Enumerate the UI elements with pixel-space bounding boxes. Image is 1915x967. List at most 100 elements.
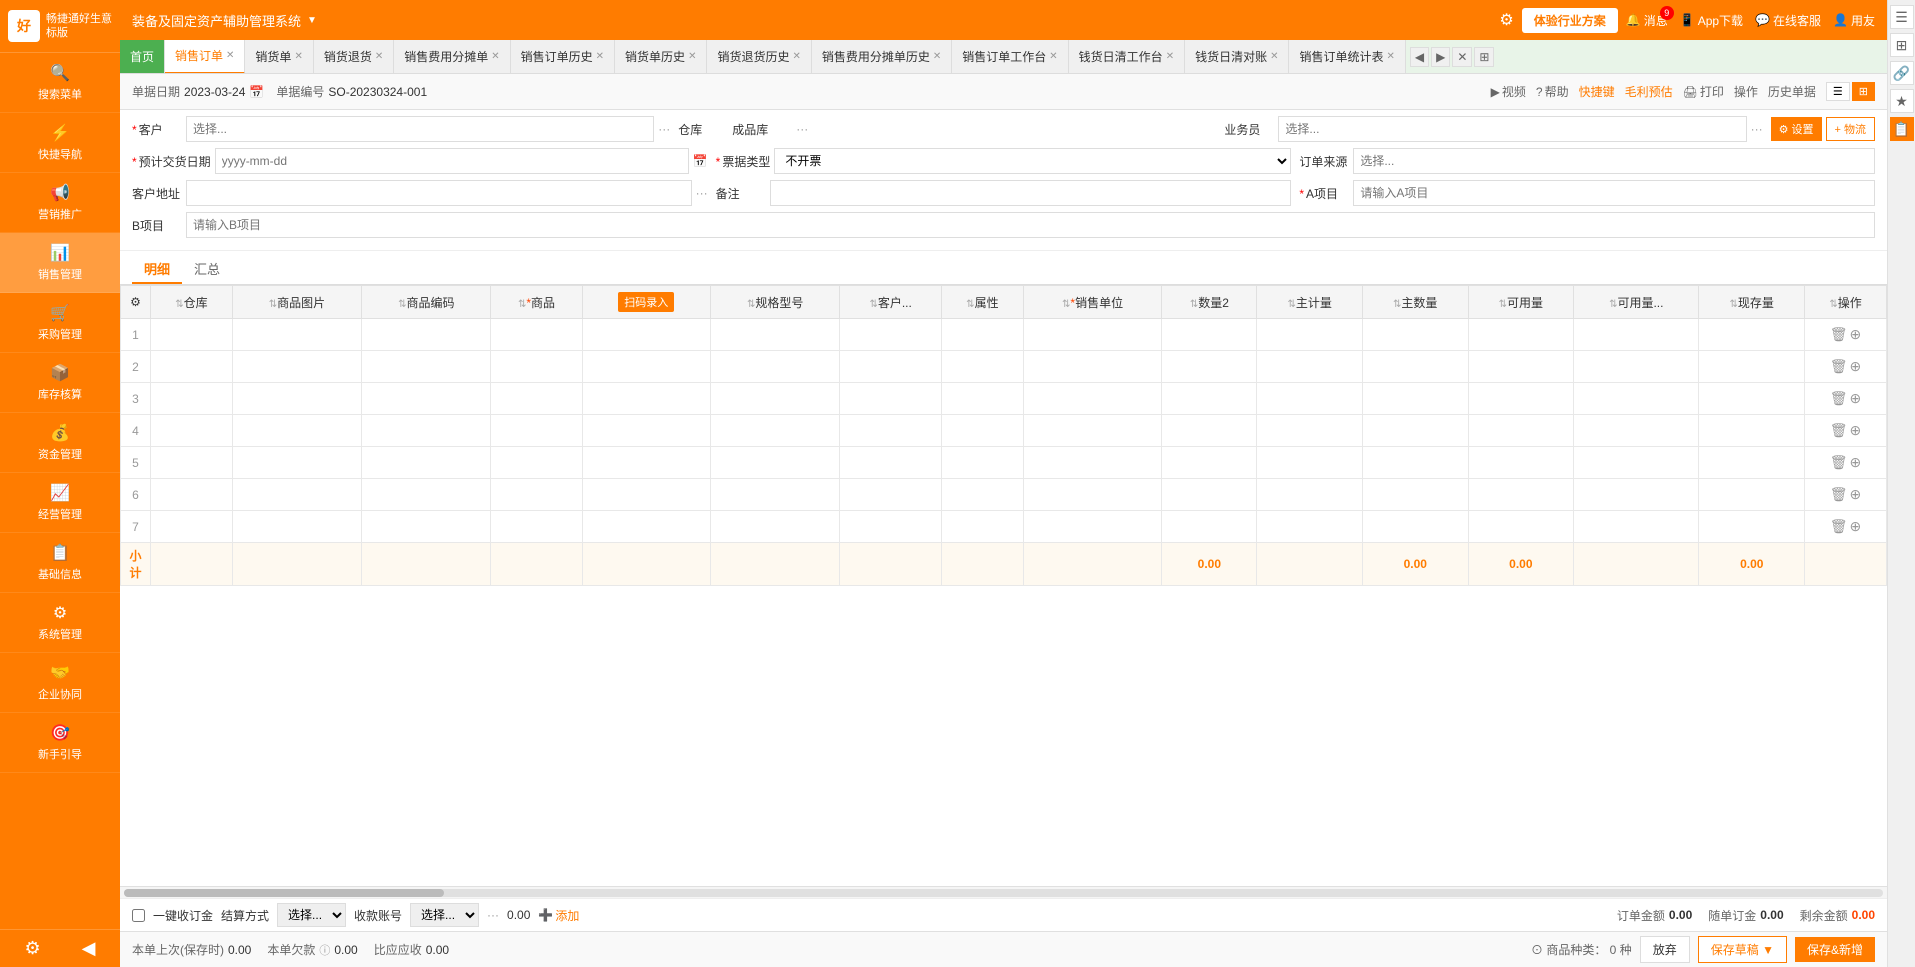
account-select[interactable]: 选择... [410,903,479,927]
tab-close-8[interactable]: ✕ [933,51,941,62]
copy-row-1-icon[interactable]: ⊕ [1850,326,1862,343]
cell-code-7[interactable] [362,511,491,543]
view-btn[interactable]: ▶ 视频 [1491,83,1526,100]
cell-spec-3[interactable] [711,383,840,415]
sort-icon-customer_code[interactable]: ⇅ [869,299,877,310]
profit-btn[interactable]: 毛利预估 [1625,83,1673,100]
cell-main_qty-5[interactable] [1362,447,1468,479]
scroll-thumb[interactable] [124,889,444,897]
copy-row-5-icon[interactable]: ⊕ [1850,454,1862,471]
sort-icon-action[interactable]: ⇅ [1829,299,1837,310]
delete-row-5-icon[interactable]: 🗑 [1830,454,1848,471]
shortcut-btn[interactable]: 快捷键 [1579,83,1615,100]
cell-image-6[interactable] [232,479,361,511]
cell-qty2-1[interactable] [1162,319,1257,351]
debt-info-icon[interactable]: ⓘ [319,942,330,958]
cell-customer_code-7[interactable] [840,511,942,543]
cell-code-1[interactable] [362,319,491,351]
delete-row-6-icon[interactable]: 🗑 [1830,486,1848,503]
cell-unit-5[interactable] [1023,447,1162,479]
cell-stock-3[interactable] [1699,383,1805,415]
cell-qty2-7[interactable] [1162,511,1257,543]
delete-row-1-icon[interactable]: 🗑 [1830,326,1848,343]
cell-settings-3[interactable]: 3 [121,383,151,415]
tab-close-5[interactable]: ✕ [596,51,604,62]
cell-available-2[interactable] [1468,351,1574,383]
cell-main_qty-2[interactable] [1362,351,1468,383]
cell-attr-4[interactable] [941,415,1023,447]
sidebar-item-guide[interactable]: 🎯新手引导 [0,713,120,773]
cell-unit-2[interactable] [1023,351,1162,383]
cell-available2-4[interactable] [1574,415,1699,447]
table-wrapper[interactable]: ⚙⇅仓库⇅商品图片⇅商品编码⇅*商品扫码录入⇅规格型号⇅客户...⇅属性⇅*销售… [120,285,1887,886]
cell-settings-1[interactable]: 1 [121,319,151,351]
save-draft-dropdown-icon[interactable]: ▼ [1762,943,1774,957]
cell-spec-2[interactable] [711,351,840,383]
customer-more-icon[interactable]: ··· [658,122,670,136]
one-click-checkbox[interactable] [132,909,145,922]
cell-warehouse-3[interactable] [151,383,233,415]
sort-icon-qty2[interactable]: ⇅ [1190,299,1198,310]
cell-main_unit-5[interactable] [1257,447,1363,479]
tab-close-11[interactable]: ✕ [1270,51,1278,62]
sort-icon-main_qty[interactable]: ⇅ [1393,299,1401,310]
cell-stock-1[interactable] [1699,319,1805,351]
cell-warehouse-4[interactable] [151,415,233,447]
cell-main_unit-3[interactable] [1257,383,1363,415]
a-project-input[interactable] [1353,180,1875,206]
sort-icon-available[interactable]: ⇅ [1499,299,1507,310]
calendar-icon[interactable]: 📅 [249,85,264,99]
address-more-icon[interactable]: ··· [696,186,708,200]
cell-qty2-3[interactable] [1162,383,1257,415]
tab-close-1[interactable]: ✕ [226,50,234,61]
cell-attr-6[interactable] [941,479,1023,511]
cell-spec-5[interactable] [711,447,840,479]
sidebar-item-management[interactable]: 📈经营管理 [0,473,120,533]
detail-tab-1[interactable]: 汇总 [182,255,232,284]
cell-customer_code-6[interactable] [840,479,942,511]
account-more-icon[interactable]: ··· [487,908,499,922]
cell-stock-6[interactable] [1699,479,1805,511]
cell-available-1[interactable] [1468,319,1574,351]
cell-warehouse-5[interactable] [151,447,233,479]
topbar-settings-icon[interactable]: ⚙ [1499,10,1513,30]
salesperson-more-icon[interactable]: ··· [1751,122,1763,136]
system-dropdown-icon[interactable]: ▼ [307,15,317,26]
cell-image-1[interactable] [232,319,361,351]
user-btn[interactable]: 👤 用友 [1833,12,1875,29]
tab-close-7[interactable]: ✕ [792,51,800,62]
cell-settings-7[interactable]: 7 [121,511,151,543]
cell-settings-6[interactable]: 6 [121,479,151,511]
collapse-footer-icon[interactable]: ◀ [82,938,96,959]
cell-unit-3[interactable] [1023,383,1162,415]
sidebar-item-search[interactable]: 🔍搜索菜单 [0,53,120,113]
cell-main_qty-6[interactable] [1362,479,1468,511]
scroll-track[interactable] [124,889,1883,897]
cell-stock-5[interactable] [1699,447,1805,479]
cell-product-2[interactable] [491,351,582,383]
cell-qty2-6[interactable] [1162,479,1257,511]
cell-customer_code-2[interactable] [840,351,942,383]
cell-main_unit-2[interactable] [1257,351,1363,383]
col-settings-icon[interactable]: ⚙ [130,295,141,309]
cell-warehouse-1[interactable] [151,319,233,351]
sort-icon-code[interactable]: ⇅ [398,299,406,310]
copy-row-3-icon[interactable]: ⊕ [1850,390,1862,407]
cell-attr-3[interactable] [941,383,1023,415]
cell-available2-6[interactable] [1574,479,1699,511]
cell-spec-1[interactable] [711,319,840,351]
settings-form-btn[interactable]: ⚙ 设置 [1771,117,1822,141]
delivery-input[interactable] [215,148,689,174]
cell-warehouse-6[interactable] [151,479,233,511]
sidebar-item-nav[interactable]: ⚡快捷导航 [0,113,120,173]
tab-prev-btn[interactable]: ◀ [1410,47,1429,67]
customer-input[interactable] [186,116,654,142]
copy-row-7-icon[interactable]: ⊕ [1850,518,1862,535]
cell-customer_code-1[interactable] [840,319,942,351]
cell-available-5[interactable] [1468,447,1574,479]
delete-row-3-icon[interactable]: 🗑 [1830,390,1848,407]
cell-scan-3[interactable] [582,383,711,415]
tab-5[interactable]: 销售订单历史✕ [511,40,615,74]
cell-code-5[interactable] [362,447,491,479]
cell-qty2-2[interactable] [1162,351,1257,383]
